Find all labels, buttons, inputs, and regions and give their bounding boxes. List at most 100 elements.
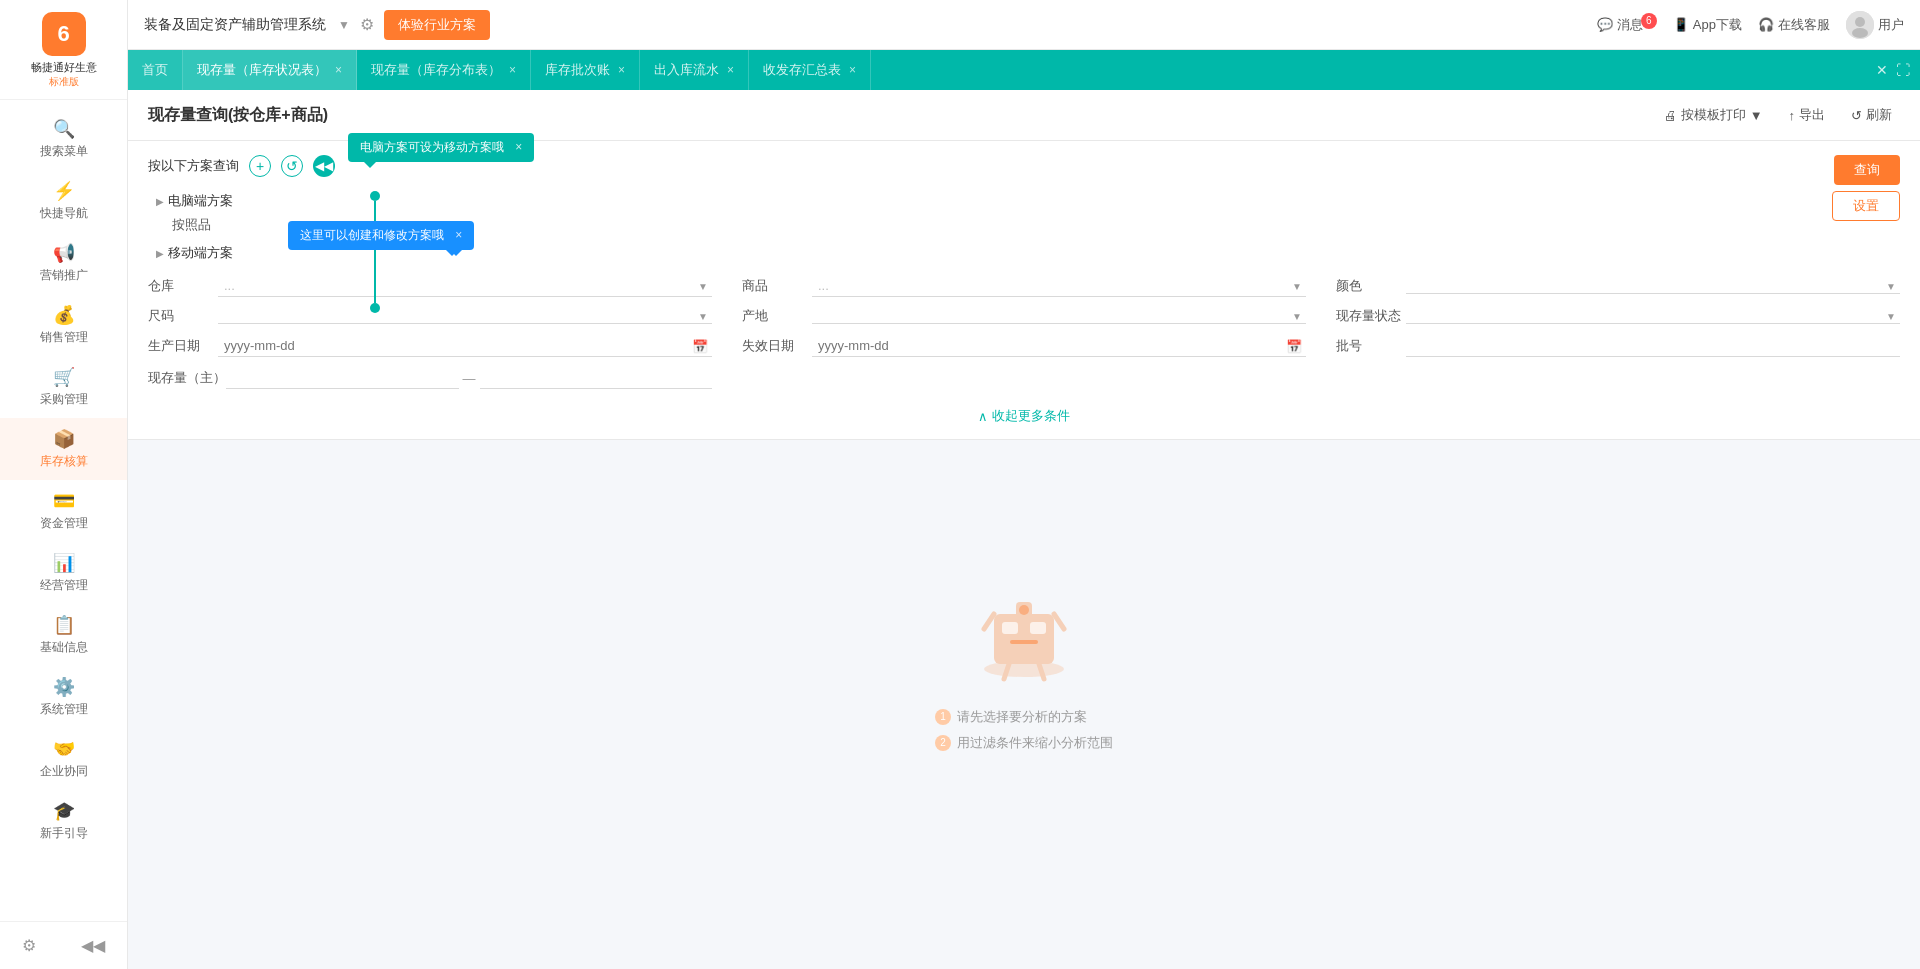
settings-bottom-btn[interactable]: ⚙ xyxy=(14,932,44,959)
topbar-left: 装备及固定资产辅助管理系统 ▼ ⚙ 体验行业方案 xyxy=(144,10,490,40)
message-label: 消息 xyxy=(1617,16,1643,34)
back-btn[interactable]: ◀◀ xyxy=(313,155,335,177)
stock-status-select-wrapper: ▼ xyxy=(1406,308,1900,324)
batch-field: 批号 xyxy=(1336,335,1900,357)
topbar-right: 💬 消息 6 📱 App下载 🎧 在线客服 用户 xyxy=(1597,11,1904,39)
tab-close-all-icon[interactable]: ✕ xyxy=(1876,62,1888,78)
production-date-input[interactable] xyxy=(218,335,712,356)
refresh-scheme-btn[interactable]: ↺ xyxy=(281,155,303,177)
product-arrow-icon: ▼ xyxy=(1292,280,1302,291)
sidebar-item-operation[interactable]: 📊 经营管理 xyxy=(0,542,127,604)
warehouse-placeholder: ... xyxy=(218,275,241,296)
sidebar-item-search[interactable]: 🔍 搜索菜单 xyxy=(0,108,127,170)
tab-stock-dist-close[interactable]: × xyxy=(509,63,516,77)
stock-qty-to-input[interactable] xyxy=(480,367,713,389)
app-download-item[interactable]: 📱 App下载 xyxy=(1673,16,1742,34)
sidebar-bottom: ⚙ ◀◀ xyxy=(0,921,127,969)
print-template-btn[interactable]: 🖨 按模板打印 ▼ xyxy=(1656,102,1771,128)
product-select-wrapper: ... ▼ xyxy=(812,275,1306,297)
expiry-date-input[interactable] xyxy=(812,335,1306,356)
online-service-item[interactable]: 🎧 在线客服 xyxy=(1758,16,1830,34)
tab-home-label: 首页 xyxy=(142,61,168,79)
tab-stock-dist[interactable]: 现存量（库存分布表） × xyxy=(357,50,531,90)
tab-stock-batch-close[interactable]: × xyxy=(618,63,625,77)
stock-qty-from-input[interactable] xyxy=(226,367,459,389)
scheme-tooltip-close[interactable]: × xyxy=(455,228,462,242)
filter-row-2: 尺码 ▼ 产地 ▼ 现存量状态 xyxy=(148,307,1900,325)
tree-root-item[interactable]: ▶ 电脑端方案 xyxy=(156,189,1900,213)
tip-num-1: 1 xyxy=(935,709,951,725)
batch-label: 批号 xyxy=(1336,337,1406,355)
empty-tips: 1 请先选择要分析的方案 2 用过滤条件来缩小分析范围 xyxy=(935,704,1113,756)
svg-line-10 xyxy=(984,614,994,629)
empty-state: 1 请先选择要分析的方案 2 用过滤条件来缩小分析范围 xyxy=(128,440,1920,969)
expiry-date-label: 失效日期 xyxy=(742,337,812,355)
nav-label-operation: 经营管理 xyxy=(40,577,88,594)
tab-receive-summary-label: 收发存汇总表 xyxy=(763,61,841,79)
system-dropdown-icon[interactable]: ▼ xyxy=(338,18,350,32)
print-icon: 🖨 xyxy=(1664,108,1677,123)
batch-input[interactable] xyxy=(1406,335,1900,357)
tree-sub-label-1: 按照品 xyxy=(172,216,211,234)
stock-status-field: 现存量状态 ▼ xyxy=(1336,307,1900,325)
add-scheme-btn[interactable]: + xyxy=(249,155,271,177)
print-template-label: 按模板打印 xyxy=(1681,106,1746,124)
expiry-date-input-wrapper[interactable]: 📅 xyxy=(812,335,1306,357)
sidebar-item-enterprise[interactable]: 🤝 企业协同 xyxy=(0,728,127,790)
content-area: 现存量查询(按仓库+商品) 🖨 按模板打印 ▼ ↑ 导出 ↺ 刷新 xyxy=(128,90,1920,969)
warehouse-label: 仓库 xyxy=(148,277,218,295)
sidebar-item-system[interactable]: ⚙️ 系统管理 xyxy=(0,666,127,728)
trial-button[interactable]: 体验行业方案 xyxy=(384,10,490,40)
add-scheme-tooltip: 电脑方案可设为移动方案哦 × xyxy=(348,133,534,162)
tab-stock-flow[interactable]: 出入库流水 × xyxy=(640,50,749,90)
nav-label-quick: 快捷导航 xyxy=(40,205,88,222)
online-service-label: 在线客服 xyxy=(1778,16,1830,34)
reset-button[interactable]: 设置 xyxy=(1832,191,1900,221)
expiry-date-cal-icon[interactable]: 📅 xyxy=(1286,338,1302,353)
product-label: 商品 xyxy=(742,277,812,295)
product-placeholder: ... xyxy=(812,275,835,296)
export-btn[interactable]: ↑ 导出 xyxy=(1781,102,1834,128)
search-btn-group: 查询 设置 xyxy=(1832,155,1900,221)
tree-arrow-icon: ▶ xyxy=(156,196,164,207)
tip-num-2: 2 xyxy=(935,735,951,751)
sidebar-item-sales[interactable]: 💰 销售管理 xyxy=(0,294,127,356)
sidebar-item-guide[interactable]: 🎓 新手引导 xyxy=(0,790,127,852)
production-date-input-wrapper[interactable]: 📅 xyxy=(218,335,712,357)
tree-mobile-label: 移动端方案 xyxy=(168,244,233,262)
color-select-wrapper: ▼ xyxy=(1406,278,1900,294)
user-item[interactable]: 用户 xyxy=(1846,11,1904,39)
tab-stock-status[interactable]: 现存量（库存状况表） × xyxy=(183,50,357,90)
svg-rect-5 xyxy=(1002,622,1018,634)
sidebar-item-stock[interactable]: 📦 库存核算 xyxy=(0,418,127,480)
tab-home[interactable]: 首页 xyxy=(128,50,183,90)
tab-receive-summary-close[interactable]: × xyxy=(849,63,856,77)
page-actions: 🖨 按模板打印 ▼ ↑ 导出 ↺ 刷新 xyxy=(1656,102,1900,128)
collapse-sidebar-btn[interactable]: ◀◀ xyxy=(73,932,113,959)
sidebar-item-quick[interactable]: ⚡ 快捷导航 xyxy=(0,170,127,232)
filter-row-3: 生产日期 📅 失效日期 📅 批号 xyxy=(148,335,1900,357)
search-button[interactable]: 查询 xyxy=(1834,155,1900,185)
tree-root-label: 电脑端方案 xyxy=(168,192,233,210)
tab-stock-flow-label: 出入库流水 xyxy=(654,61,719,79)
add-tooltip-close[interactable]: × xyxy=(515,140,522,154)
headset-icon: 🎧 xyxy=(1758,17,1774,32)
tab-stock-status-close[interactable]: × xyxy=(335,63,342,77)
refresh-icon: ↺ xyxy=(1851,108,1862,123)
topbar-settings-icon[interactable]: ⚙ xyxy=(360,15,374,34)
production-date-cal-icon[interactable]: 📅 xyxy=(692,338,708,353)
sidebar-item-marketing[interactable]: 📢 营销推广 xyxy=(0,232,127,294)
tab-expand-icon[interactable]: ⛶ xyxy=(1896,62,1910,78)
sidebar-item-base[interactable]: 📋 基础信息 xyxy=(0,604,127,666)
dot-bot xyxy=(370,303,380,313)
nav-label-marketing: 营销推广 xyxy=(40,267,88,284)
sidebar-item-purchase[interactable]: 🛒 采购管理 xyxy=(0,356,127,418)
tab-receive-summary[interactable]: 收发存汇总表 × xyxy=(749,50,871,90)
tab-stock-batch[interactable]: 库存批次账 × xyxy=(531,50,640,90)
collapse-bar[interactable]: ∧ 收起更多条件 xyxy=(148,399,1900,425)
refresh-btn[interactable]: ↺ 刷新 xyxy=(1843,102,1900,128)
message-item[interactable]: 💬 消息 6 xyxy=(1597,16,1657,34)
sidebar-item-finance[interactable]: 💳 资金管理 xyxy=(0,480,127,542)
search-icon: 🔍 xyxy=(53,118,75,140)
tab-stock-flow-close[interactable]: × xyxy=(727,63,734,77)
